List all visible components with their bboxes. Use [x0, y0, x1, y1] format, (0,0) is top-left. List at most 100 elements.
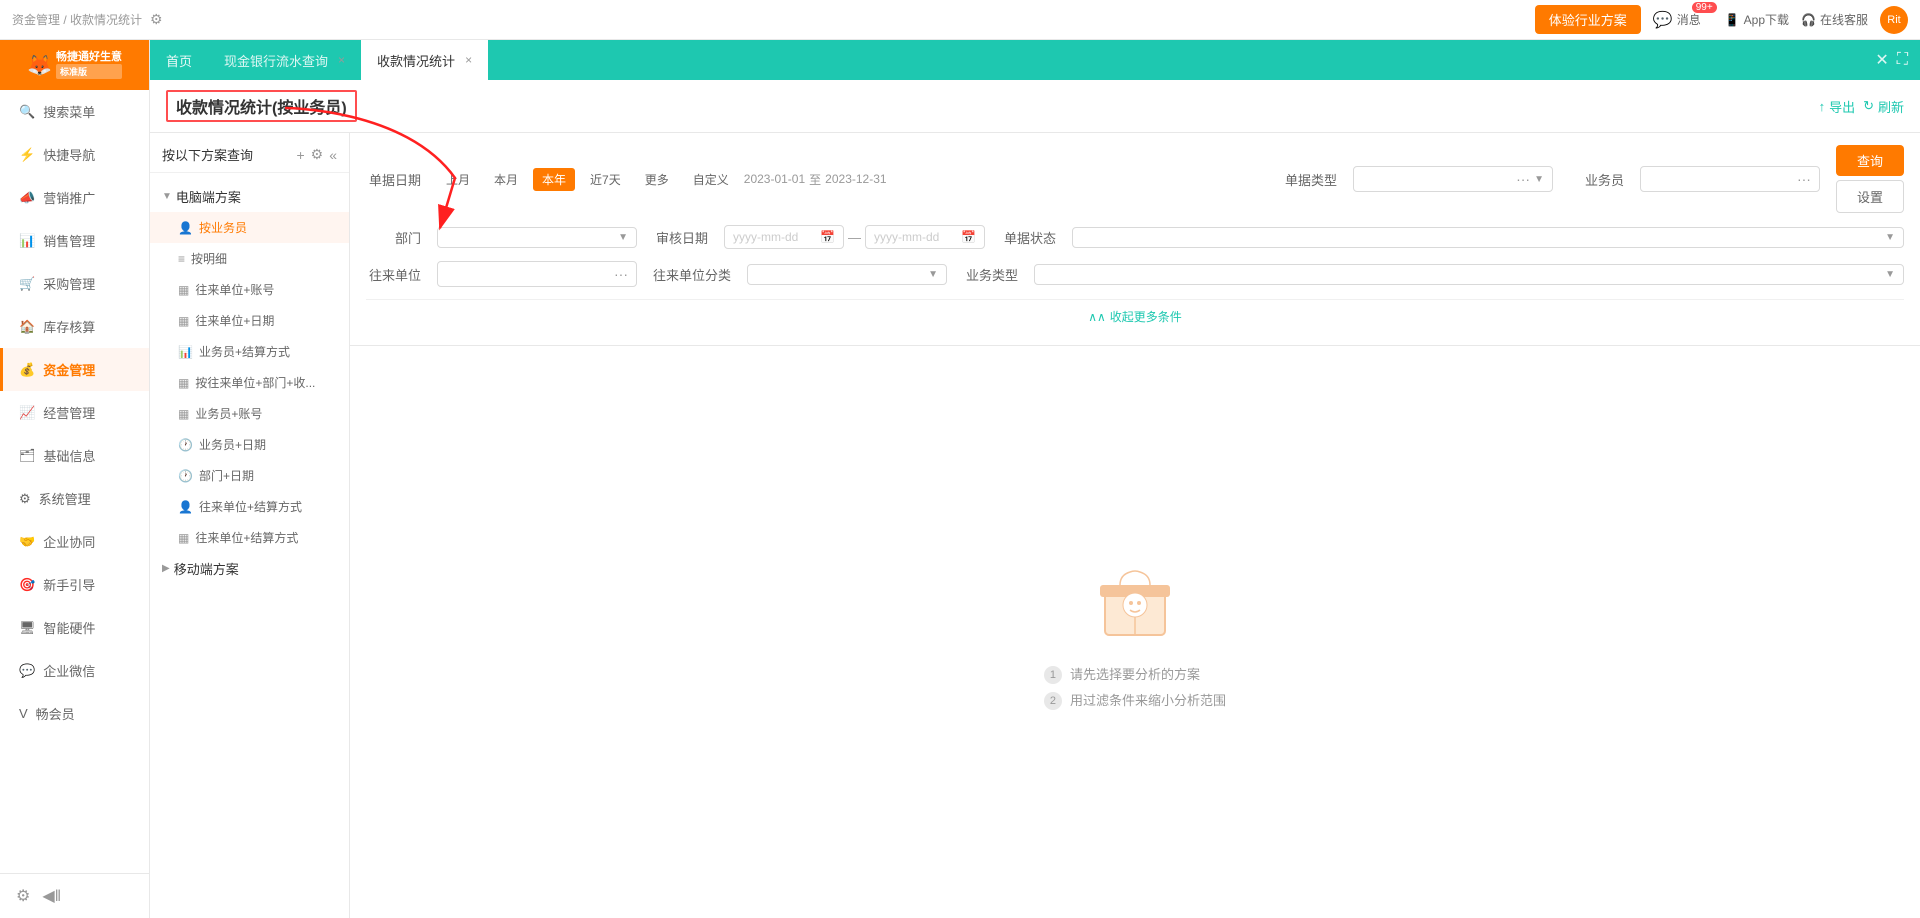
date-quick-buttons: 上月 本月 本年 近7天 更多 自定义 — [437, 168, 738, 191]
tree-group-pc-header[interactable]: ▼ 电脑端方案 — [150, 181, 349, 212]
top-bar: 资金管理 / 收款情况统计 ⚙ 体验行业方案 💬 消息 99+ 📱App下载 🎧… — [0, 0, 1920, 40]
settings-button[interactable]: 设置 — [1836, 180, 1904, 213]
query-button[interactable]: 查询 — [1836, 145, 1904, 176]
tree-group-mobile-header[interactable]: ▶ 移动端方案 — [150, 553, 349, 584]
type-select[interactable]: ··· ▼ — [1353, 166, 1553, 192]
sidebar-item-marketing[interactable]: 📣 营销推广 — [0, 176, 149, 219]
sidebar-item-operation[interactable]: 📈 经营管理 — [0, 391, 149, 434]
tree-item-detail[interactable]: ≡ 按明细 — [150, 243, 349, 274]
date-label: 单据日期 — [366, 170, 421, 189]
calendar-icon[interactable]: 📅 — [820, 230, 835, 244]
unit-category-select[interactable]: ▼ — [747, 264, 947, 285]
filter-area: 单据日期 上月 本月 本年 近7天 更多 自定义 2023- — [350, 133, 1920, 346]
staff-select[interactable]: ··· — [1640, 166, 1820, 192]
unit-more-icon[interactable]: ··· — [614, 266, 628, 282]
date-filter-control: 上月 本月 本年 近7天 更多 自定义 2023-01-01 至 2023-12… — [437, 168, 1266, 191]
app-download[interactable]: 📱App下载 — [1725, 11, 1789, 28]
audit-date-to[interactable]: yyyy-mm-dd 📅 — [865, 225, 985, 249]
tree-item-staff-date[interactable]: 🕐 业务员+日期 — [150, 429, 349, 460]
this-year-btn[interactable]: 本年 — [533, 168, 575, 191]
tree-item-staff-account[interactable]: ▦ 业务员+账号 — [150, 398, 349, 429]
sidebar-item-system[interactable]: ⚙ 系统管理 — [0, 477, 149, 520]
type-more-icon[interactable]: ··· — [1516, 171, 1530, 187]
bar-icon: 📊 — [178, 345, 193, 359]
main-content: 首页 现金银行流水查询 × 收款情况统计 × ✕ ⛶ 收款情况统计(按业务员) … — [150, 40, 1920, 918]
tree-item-unit-account[interactable]: ▦ 往来单位+账号 — [150, 274, 349, 305]
message-area[interactable]: 💬 消息 99+ — [1653, 10, 1713, 30]
sidebar-item-wechat[interactable]: 💬 企业微信 — [0, 649, 149, 692]
page-actions: ↑ 导出 ↻ 刷新 — [1819, 97, 1904, 116]
sidebar-item-purchase[interactable]: 🛒 采购管理 — [0, 262, 149, 305]
main-layout: 🦊 畅捷通好生意 标准版 🔍 搜索菜单 ⚡ 快捷导航 📣 营销推广 📊 销售管理 — [0, 40, 1920, 918]
tab-bank-flow[interactable]: 现金银行流水查询 × — [208, 40, 361, 80]
tree-item-unit-date[interactable]: ▦ 往来单位+日期 — [150, 305, 349, 336]
maximize-tab-icon[interactable]: ⛶ — [1897, 51, 1908, 69]
prev-month-btn[interactable]: 上月 — [437, 168, 479, 191]
empty-illustration — [1085, 550, 1185, 650]
user-avatar[interactable]: Rit — [1880, 6, 1908, 34]
sidebar-item-hardware[interactable]: 🖥 智能硬件 — [0, 606, 149, 649]
sidebar-item-enterprise[interactable]: 🤝 企业协同 — [0, 520, 149, 563]
person-icon: 👤 — [178, 221, 193, 235]
sidebar-item-sales[interactable]: 📊 销售管理 — [0, 219, 149, 262]
biz-type-select[interactable]: ▼ — [1034, 264, 1904, 285]
tab-bank-flow-close[interactable]: × — [338, 53, 345, 67]
person2-icon: 👤 — [178, 500, 193, 514]
collapse-panel-button[interactable]: « — [329, 147, 337, 163]
sidebar-item-member[interactable]: V 畅会员 — [0, 692, 149, 735]
inventory-icon: 🏠 — [19, 319, 35, 335]
this-month-btn[interactable]: 本月 — [485, 168, 527, 191]
more-btn[interactable]: 更多 — [636, 168, 678, 191]
table3-icon: ▦ — [178, 376, 189, 390]
tab-collection[interactable]: 收款情况统计 × — [361, 40, 488, 80]
settings-scheme-button[interactable]: ⚙ — [311, 146, 324, 163]
collapse-sidebar-icon[interactable]: ◀‖ — [42, 886, 61, 906]
refresh-button[interactable]: ↻ 刷新 — [1863, 97, 1904, 116]
message-badge: 99+ — [1692, 2, 1717, 13]
sidebar-item-guide[interactable]: 🎯 新手引导 — [0, 563, 149, 606]
sidebar-item-capital[interactable]: 💰 资金管理 — [0, 348, 149, 391]
gear-icon[interactable]: ⚙ — [150, 11, 163, 28]
tree-item-dept-date[interactable]: 🕐 部门+日期 — [150, 460, 349, 491]
staff-more-icon[interactable]: ··· — [1797, 171, 1811, 187]
settings-bottom-icon[interactable]: ⚙ — [16, 886, 30, 906]
date-input-group: 2023-01-01 至 2023-12-31 — [744, 171, 887, 188]
logo-text: 畅捷通好生意 — [56, 51, 122, 64]
add-scheme-button[interactable]: + — [296, 147, 304, 163]
table2-icon: ▦ — [178, 314, 189, 328]
calendar2-icon[interactable]: 📅 — [961, 230, 976, 244]
custom-btn[interactable]: 自定义 — [684, 168, 738, 191]
system-icon: ⚙ — [19, 491, 31, 507]
collapse-more-button[interactable]: ∧∧ 收起更多条件 — [366, 299, 1904, 333]
sidebar-item-search[interactable]: 🔍 搜索菜单 — [0, 90, 149, 133]
dept-select[interactable]: ▼ — [437, 227, 637, 248]
tree-item-unit-dept-collection[interactable]: ▦ 按往来单位+部门+收... — [150, 367, 349, 398]
sidebar-item-inventory[interactable]: 🏠 库存核算 — [0, 305, 149, 348]
unit-select[interactable]: ··· — [437, 261, 637, 287]
close-all-tab-icon[interactable]: ✕ — [1875, 50, 1888, 70]
tab-home[interactable]: 首页 — [150, 40, 208, 80]
date-to: 2023-12-31 — [825, 172, 886, 186]
sidebar-logo: 🦊 畅捷通好生意 标准版 — [0, 40, 149, 90]
biz-type-label: 业务类型 — [963, 265, 1018, 284]
tree-item-staff[interactable]: 👤 按业务员 — [150, 212, 349, 243]
tree-item-unit-settlement1[interactable]: 👤 往来单位+结算方式 — [150, 491, 349, 522]
export-button[interactable]: ↑ 导出 — [1819, 97, 1856, 116]
page-header: 收款情况统计(按业务员) ↑ 导出 ↻ 刷新 — [150, 80, 1920, 133]
try-industry-button[interactable]: 体验行业方案 — [1535, 5, 1641, 34]
tree-item-staff-settlement[interactable]: 📊 业务员+结算方式 — [150, 336, 349, 367]
member-icon: V — [19, 706, 28, 721]
tab-collection-close[interactable]: × — [465, 53, 472, 67]
megaphone-icon: 📣 — [19, 190, 35, 206]
sidebar-item-quick[interactable]: ⚡ 快捷导航 — [0, 133, 149, 176]
last7-btn[interactable]: 近7天 — [581, 168, 630, 191]
purchase-icon: 🛒 — [19, 276, 35, 292]
audit-date-from[interactable]: yyyy-mm-dd 📅 — [724, 225, 844, 249]
online-service[interactable]: 🎧在线客服 — [1801, 11, 1868, 28]
refresh-icon: ↻ — [1863, 98, 1874, 114]
table4-icon: ▦ — [178, 407, 189, 421]
tree-item-unit-settlement2[interactable]: ▦ 往来单位+结算方式 — [150, 522, 349, 553]
dept-label: 部门 — [366, 228, 421, 247]
sidebar-item-basic[interactable]: 🗂 基础信息 — [0, 434, 149, 477]
status-select[interactable]: ▼ — [1072, 227, 1904, 248]
